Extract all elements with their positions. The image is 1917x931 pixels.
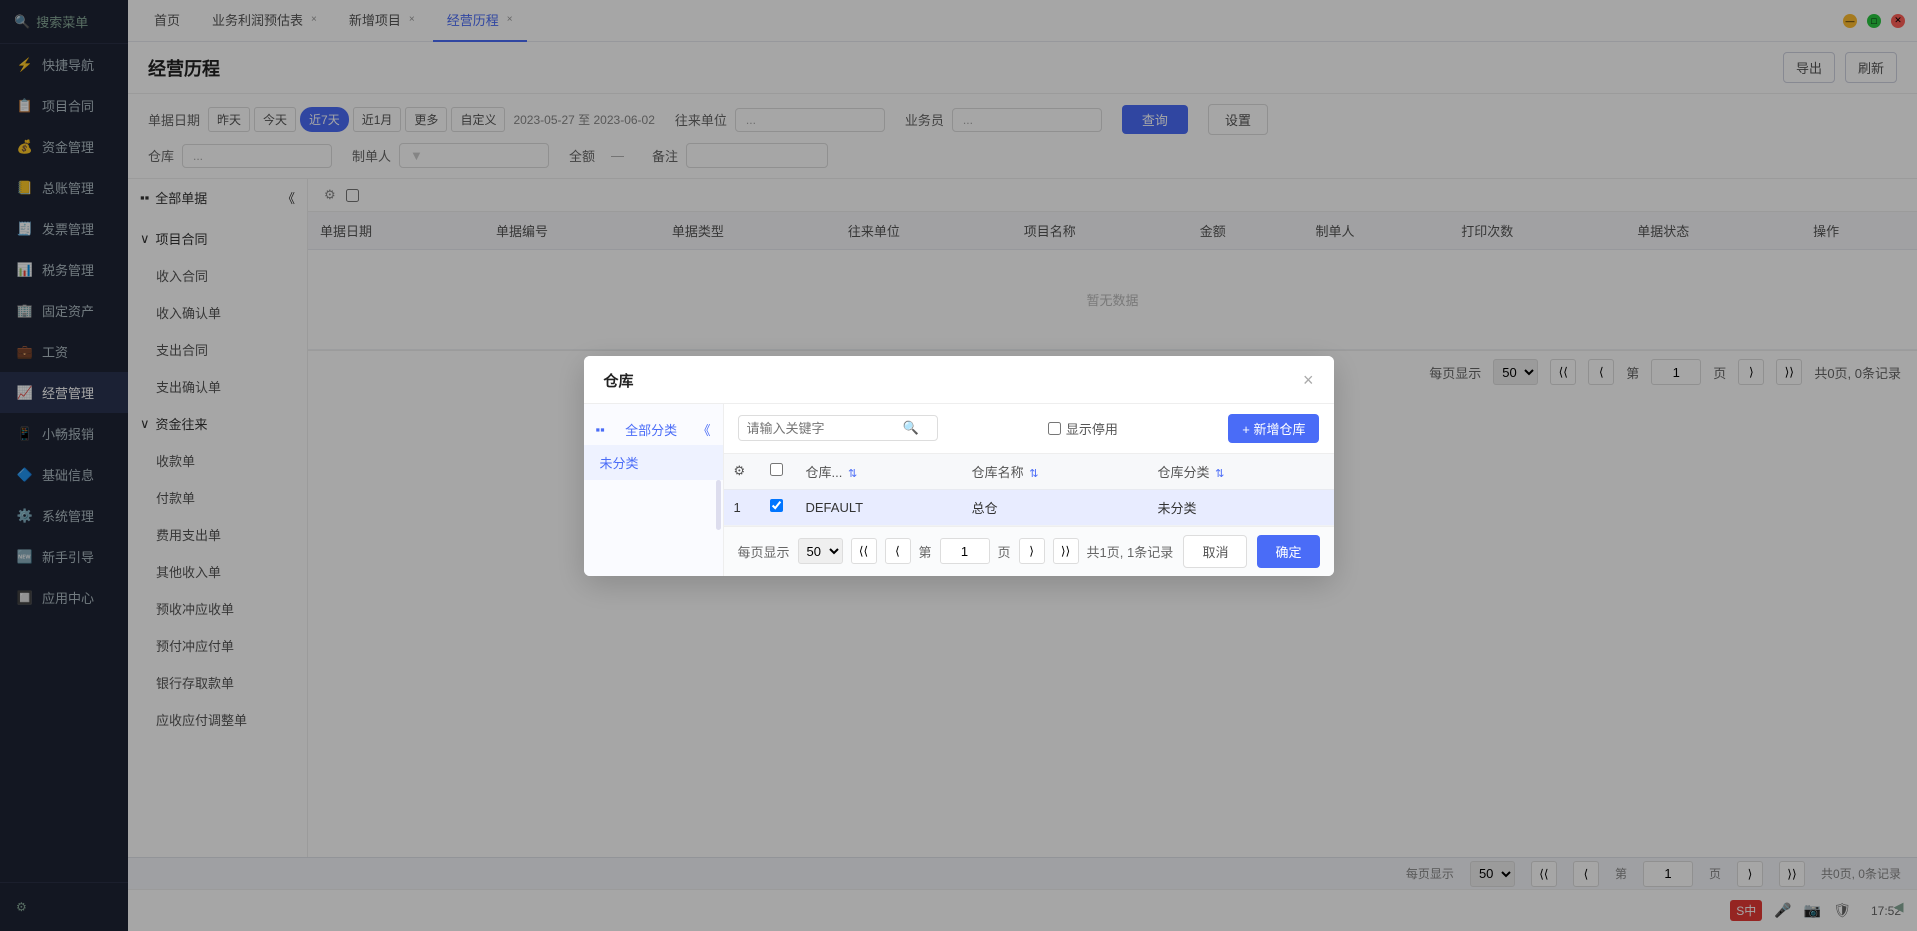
uncategorized-label: 未分类: [600, 456, 639, 471]
dialog-select-all[interactable]: [770, 463, 783, 476]
dialog-first-btn[interactable]: ⟨⟨: [851, 538, 877, 564]
row-code: DEFAULT: [796, 489, 962, 525]
grid-icon-small: ▪▪: [596, 422, 605, 437]
dialog-per-page-select[interactable]: 50: [798, 538, 843, 564]
show-disabled-label: 显示停用: [1066, 419, 1118, 438]
dialog-toolbar: 🔍 显示停用 + 新增仓库: [724, 404, 1334, 454]
row-select-checkbox[interactable]: [770, 499, 783, 512]
add-warehouse-button[interactable]: + 新增仓库: [1228, 414, 1319, 443]
dialog-table-wrap: ⚙ 仓库... ⇅ 仓库名称 ⇅: [724, 454, 1334, 526]
dialog-sidebar-header[interactable]: ▪▪ 全部分类 《: [584, 414, 723, 445]
warehouse-dialog: 仓库 × ▪▪ 全部分类 《 未分类: [584, 356, 1334, 576]
dialog-table-row[interactable]: 1 DEFAULT 总仓 未分类: [724, 489, 1334, 525]
dialog-actions: 取消 确定: [1183, 535, 1319, 568]
row-name: 总仓: [962, 489, 1148, 525]
row-checkbox[interactable]: [760, 489, 796, 525]
collapse-categories-btn[interactable]: 《: [697, 420, 710, 439]
col-category-sort[interactable]: ⇅: [1215, 468, 1224, 480]
dialog-page-label: 第: [919, 542, 932, 561]
dialog-table: ⚙ 仓库... ⇅ 仓库名称 ⇅: [724, 454, 1334, 526]
dialog-footer: 每页显示 50 ⟨⟨ ⟨ 第 页 ⟩ ⟩⟩ 共1页, 1条记录: [724, 526, 1334, 576]
col-category-label: 仓库分类: [1158, 465, 1210, 480]
dialog-main: 🔍 显示停用 + 新增仓库 ⚙: [724, 404, 1334, 576]
col-code-sort[interactable]: ⇅: [848, 468, 857, 480]
col-name-label: 仓库名称: [972, 465, 1024, 480]
dialog-next-btn[interactable]: ⟩: [1019, 538, 1045, 564]
dialog-col-checkbox: [760, 454, 796, 490]
dialog-header: 仓库 ×: [584, 356, 1334, 404]
row-id: 1: [724, 489, 760, 525]
dialog-body: ▪▪ 全部分类 《 未分类 🔍: [584, 404, 1334, 576]
row-category: 未分类: [1148, 489, 1334, 525]
dialog-col-code: 仓库... ⇅: [796, 454, 962, 490]
dialog-overlay[interactable]: 仓库 × ▪▪ 全部分类 《 未分类: [0, 0, 1917, 931]
dialog-sidebar: ▪▪ 全部分类 《 未分类: [584, 404, 724, 576]
dialog-table-header: ⚙ 仓库... ⇅ 仓库名称 ⇅: [724, 454, 1334, 490]
col-code-label: 仓库...: [806, 465, 843, 480]
cancel-button[interactable]: 取消: [1183, 535, 1247, 568]
dialog-close-button[interactable]: ×: [1303, 370, 1314, 391]
dialog-title: 仓库: [604, 370, 634, 391]
dialog-col-settings: ⚙: [724, 454, 760, 490]
dialog-search-input[interactable]: [747, 421, 897, 436]
dialog-col-category: 仓库分类 ⇅: [1148, 454, 1334, 490]
dialog-page-suffix: 页: [998, 542, 1011, 561]
dialog-col-name: 仓库名称 ⇅: [962, 454, 1148, 490]
show-disabled-checkbox[interactable]: [1048, 422, 1061, 435]
dialog-sidebar-item-uncategorized[interactable]: 未分类: [584, 445, 723, 480]
dialog-last-btn[interactable]: ⟩⟩: [1053, 538, 1079, 564]
dialog-per-page-label: 每页显示: [738, 542, 790, 561]
confirm-button[interactable]: 确定: [1257, 535, 1319, 568]
sidebar-scrollbar: [716, 480, 721, 530]
dialog-prev-btn[interactable]: ⟨: [885, 538, 911, 564]
all-categories-label: 全部分类: [625, 420, 677, 439]
show-disabled-checkbox-label[interactable]: 显示停用: [1048, 419, 1118, 438]
dialog-search-box[interactable]: 🔍: [738, 415, 938, 441]
dialog-search-icon[interactable]: 🔍: [903, 420, 919, 436]
dialog-total: 共1页, 1条记录: [1087, 542, 1174, 561]
col-name-sort[interactable]: ⇅: [1029, 468, 1038, 480]
dialog-pagination: 每页显示 50 ⟨⟨ ⟨ 第 页 ⟩ ⟩⟩ 共1页, 1条记录: [738, 538, 1174, 564]
dialog-page-input[interactable]: [940, 538, 990, 564]
